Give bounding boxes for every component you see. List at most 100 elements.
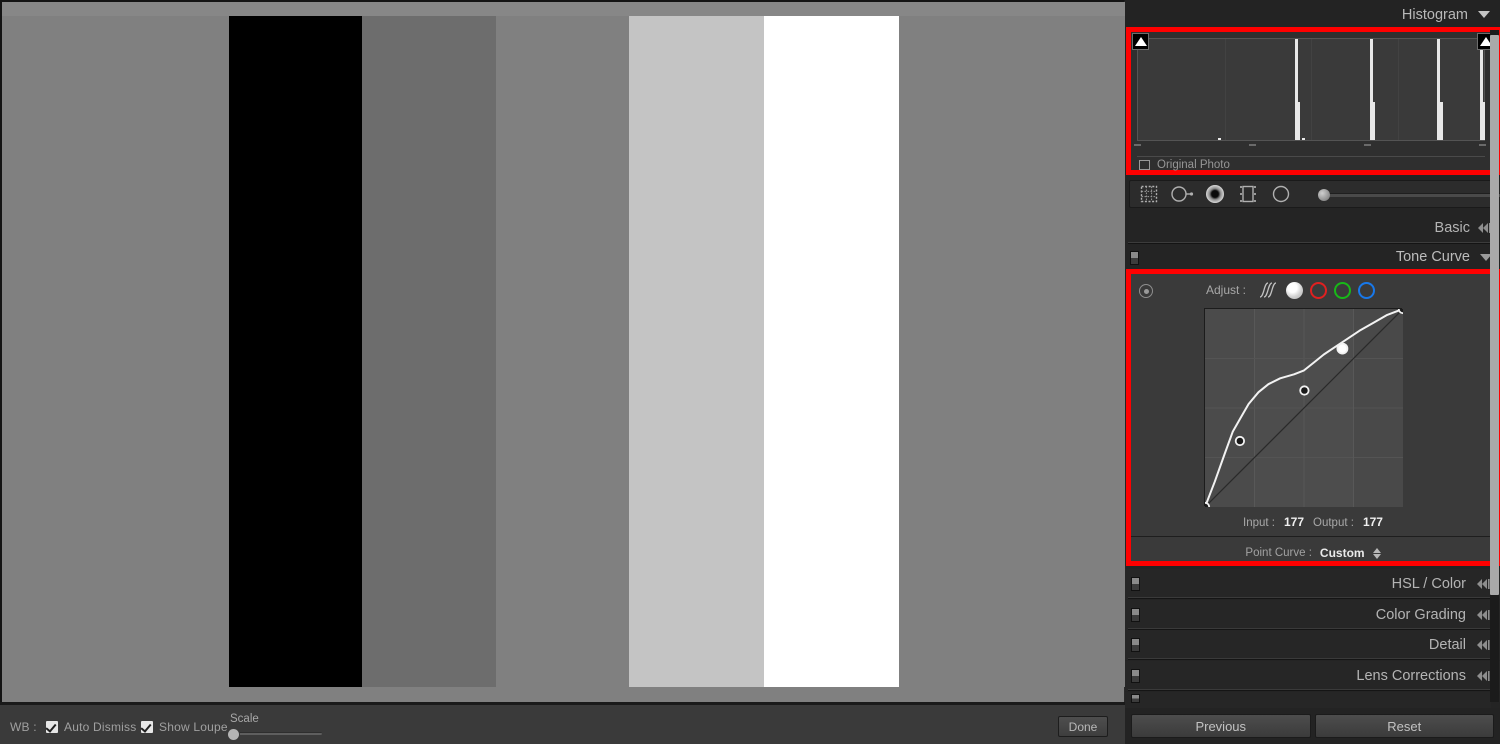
output-label: Output :	[1313, 517, 1354, 529]
panel-switch-icon[interactable]	[1131, 577, 1140, 591]
collapse-left-icon[interactable]	[1477, 639, 1491, 651]
collapse-left-icon[interactable]	[1477, 578, 1491, 590]
develop-tool-strip[interactable]	[1129, 180, 1500, 208]
scale-slider-thumb[interactable]	[228, 729, 239, 740]
tool-amount-slider-thumb[interactable]	[1318, 189, 1330, 201]
wedge-black-patch	[229, 16, 362, 687]
panel-header-color-grading[interactable]: Color Grading	[1125, 599, 1500, 630]
wb-label: WB :	[10, 720, 37, 734]
panel-switch-icon[interactable]	[1131, 638, 1140, 652]
graduated-filter-tool[interactable]	[1234, 180, 1262, 208]
checkbox-icon[interactable]	[1139, 160, 1150, 170]
panel-switch-icon[interactable]	[1130, 251, 1139, 265]
tone-curve-panel-header[interactable]: Tone Curve	[1125, 245, 1500, 271]
histogram-gridline	[1397, 39, 1399, 140]
curve-control-point[interactable]	[1234, 435, 1246, 447]
histogram-axis-tick	[1134, 144, 1141, 146]
develop-right-panel: Histogram Original Photo Basic Tone Curv…	[1125, 0, 1500, 744]
histogram-bar	[1370, 101, 1375, 140]
collapse-left-icon[interactable]	[1477, 609, 1491, 621]
red-eye-icon	[1206, 185, 1224, 203]
histogram-bar	[1481, 101, 1486, 140]
photo-top-band	[2, 2, 1127, 16]
original-photo-label: Original Photo	[1157, 159, 1230, 171]
curve-control-point[interactable]	[1299, 385, 1310, 396]
panel-title-lens-corrections: Lens Corrections	[1356, 667, 1466, 684]
triangle-up-icon[interactable]	[1372, 547, 1381, 553]
histogram-graph[interactable]	[1137, 38, 1486, 141]
point-curve-stepper[interactable]	[1372, 547, 1381, 559]
histogram-panel-highlight: Original Photo	[1126, 27, 1500, 175]
graduated-filter-icon	[1240, 185, 1256, 203]
histogram-bar	[1438, 101, 1443, 140]
histogram-gridline	[1311, 39, 1312, 140]
panel-switch-icon[interactable]	[1131, 668, 1140, 683]
tool-amount-slider-track[interactable]	[1326, 193, 1500, 197]
panel-divider	[1128, 688, 1494, 691]
scale-slider-track[interactable]	[228, 729, 322, 740]
panel-switch-icon[interactable]	[1131, 607, 1140, 622]
red-eye-correction-tool[interactable]	[1201, 180, 1229, 208]
point-curve-value[interactable]: Custom	[1320, 546, 1365, 560]
curve-control-point[interactable]	[1205, 501, 1211, 507]
wedge-mid-gray-patch	[496, 16, 629, 687]
panel-title-hsl-color: HSL / Color	[1391, 576, 1466, 592]
panel-header-hsl-color[interactable]: HSL / Color	[1125, 569, 1500, 599]
grayscale-step-wedge-photo[interactable]	[2, 16, 1125, 687]
crop-overlay-tool[interactable]	[1135, 180, 1163, 208]
wedge-white-patch	[764, 16, 899, 687]
panel-header-lens-corrections[interactable]: Lens Corrections	[1125, 660, 1500, 691]
point-curve-row[interactable]: Point Curve : Custom	[1131, 546, 1495, 560]
panel-scrollbar[interactable]	[1490, 30, 1499, 702]
wedge-gray-left	[2, 16, 229, 687]
show-loupe-checkbox[interactable]: Show Loupe	[141, 720, 228, 734]
bottom-toolbar: WB : Auto Dismiss Show Loupe Scale Done	[0, 702, 1125, 744]
collapse-left-icon[interactable]	[1477, 670, 1491, 682]
original-photo-toggle[interactable]: Original Photo	[1139, 159, 1230, 171]
image-canvas[interactable]	[0, 0, 1127, 702]
done-button[interactable]: Done	[1058, 716, 1108, 737]
panel-header-detail[interactable]: Detail	[1125, 630, 1500, 660]
wedge-light-gray-patch	[629, 16, 764, 687]
adjust-channel-row: Adjust :	[1206, 281, 1376, 299]
show-loupe-label: Show Loupe	[159, 720, 228, 734]
radial-filter-tool[interactable]	[1267, 180, 1295, 208]
tone-curve-divider	[1131, 536, 1495, 537]
blue-channel-button[interactable]	[1358, 281, 1376, 299]
output-value: 177	[1362, 515, 1383, 529]
histogram-bar	[1217, 137, 1221, 140]
parametric-curve-icon[interactable]	[1257, 281, 1279, 299]
auto-dismiss-checkbox[interactable]: Auto Dismiss	[46, 720, 136, 734]
panel-title-color-grading: Color Grading	[1375, 606, 1466, 623]
wedge-gray-right	[899, 16, 1125, 687]
histogram-divider	[1137, 156, 1485, 157]
histogram-tick-row	[1134, 144, 1486, 154]
tone-curve-svg[interactable]	[1205, 309, 1403, 507]
tone-curve-graph[interactable]	[1204, 308, 1403, 507]
targeted-adjustment-tool[interactable]	[1139, 284, 1153, 298]
shadow-clipping-indicator[interactable]	[1132, 33, 1149, 50]
tone-curve-title: Tone Curve	[1395, 249, 1470, 265]
curve-control-point[interactable]	[1397, 309, 1403, 315]
transform-panel-partial[interactable]	[1125, 692, 1491, 708]
scale-slider-group[interactable]: Scale	[228, 713, 330, 740]
basic-panel-header[interactable]: Basic	[1125, 214, 1500, 242]
red-channel-button[interactable]	[1310, 281, 1328, 299]
spot-removal-tool[interactable]	[1168, 180, 1196, 208]
reset-button[interactable]: Reset	[1314, 714, 1494, 738]
panel-scrollbar-thumb[interactable]	[1490, 35, 1499, 595]
input-label: Input :	[1243, 517, 1275, 529]
scale-label: Scale	[230, 713, 259, 725]
lightroom-develop-window: WB : Auto Dismiss Show Loupe Scale Done …	[0, 0, 1500, 744]
curve-control-point-selected[interactable]	[1336, 342, 1349, 355]
previous-button[interactable]: Previous	[1131, 714, 1311, 738]
histogram-axis-tick	[1363, 144, 1371, 146]
chevron-down-icon[interactable]	[1478, 11, 1490, 18]
triangle-up-icon	[1134, 37, 1147, 46]
spot-removal-icon	[1171, 186, 1194, 202]
green-channel-button[interactable]	[1334, 281, 1352, 299]
triangle-down-icon[interactable]	[1372, 553, 1381, 559]
histogram-panel-header[interactable]: Histogram	[1125, 0, 1500, 28]
rgb-channel-button[interactable]	[1286, 281, 1304, 299]
panel-switch-icon[interactable]	[1131, 694, 1140, 703]
